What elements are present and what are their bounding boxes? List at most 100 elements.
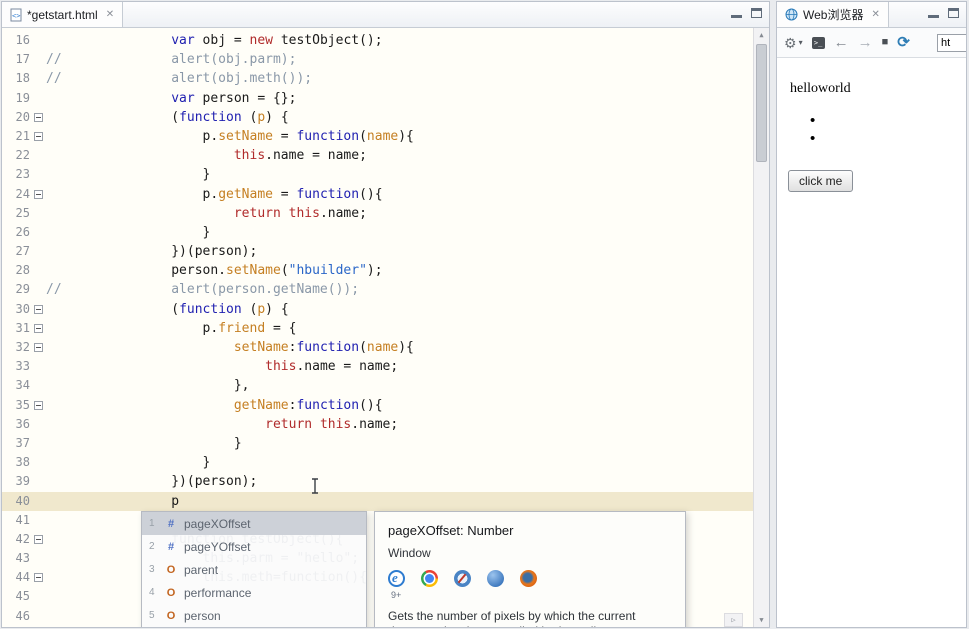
close-icon[interactable]: ✕ xyxy=(871,9,879,20)
code-line-36[interactable]: 36 return this.name; xyxy=(2,415,753,434)
completion-item-person[interactable]: 5 Operson xyxy=(142,604,366,627)
code-line-18[interactable]: 18 // alert(obj.meth()); xyxy=(2,69,753,88)
minimize-icon[interactable] xyxy=(731,8,742,18)
line-number: 21 xyxy=(15,128,30,143)
collapse-icon[interactable] xyxy=(34,400,43,410)
web-browser-panel: Web浏览器 ✕ ⚙ ▾ >_ ← → ■ ⟳ helloworld •• cl… xyxy=(776,1,967,628)
collapse-icon[interactable] xyxy=(34,573,43,583)
code-line-40[interactable]: 40 p xyxy=(2,491,753,511)
fold-column xyxy=(30,568,46,587)
line-number: 26 xyxy=(15,224,30,239)
code-line-22[interactable]: 22 this.name = name; xyxy=(2,146,753,165)
fold-column xyxy=(30,69,46,88)
fold-column xyxy=(30,185,46,204)
shortcut-number: 5 xyxy=(149,610,155,621)
code-line-35[interactable]: 35 getName:function(){ xyxy=(2,396,753,415)
completion-item-pageYOffset[interactable]: 2 # pageYOffset xyxy=(142,535,366,558)
completion-item-parent[interactable]: 3 Oparent xyxy=(142,558,366,581)
fold-column xyxy=(30,89,46,108)
code-text: getName:function(){ xyxy=(233,397,383,413)
scrollbar-thumb[interactable] xyxy=(756,44,767,162)
completion-item-performance[interactable]: 4 Operformance xyxy=(142,581,366,604)
console-icon[interactable]: >_ xyxy=(811,36,825,49)
line-number: 35 xyxy=(15,397,30,412)
scroll-down-icon[interactable]: ▼ xyxy=(754,613,769,627)
line-number: 31 xyxy=(15,320,30,335)
completion-label: pageYOffset xyxy=(184,539,251,554)
code-line-16[interactable]: 16 var obj = new testObject(); xyxy=(2,31,753,50)
vertical-scrollbar[interactable]: ▲ ▼ xyxy=(753,28,769,627)
line-number: 24 xyxy=(15,186,30,201)
line-number: 28 xyxy=(15,263,30,278)
forward-icon[interactable]: → xyxy=(858,35,873,50)
list-bullet-icon: • xyxy=(810,130,816,147)
code-line-37[interactable]: 37 } xyxy=(2,434,753,453)
tab-getstart-html[interactable]: <> *getstart.html ✕ xyxy=(2,2,124,27)
collapse-icon[interactable] xyxy=(34,131,43,141)
url-input[interactable] xyxy=(937,33,966,52)
code-line-25[interactable]: 25 return this.name; xyxy=(2,204,753,223)
collapse-icon[interactable] xyxy=(34,343,43,352)
code-line-20[interactable]: 20 (function (p) { xyxy=(2,108,753,127)
collapse-icon[interactable] xyxy=(34,304,43,314)
code-line-34[interactable]: 34 }, xyxy=(2,376,753,395)
code-line-19[interactable]: 19 var person = {}; xyxy=(2,89,753,108)
scroll-up-icon[interactable]: ▲ xyxy=(754,28,769,42)
safari-icon xyxy=(454,570,471,587)
code-line-23[interactable]: 23 } xyxy=(2,165,753,184)
code-line-29[interactable]: 29 // alert(person.getName()); xyxy=(2,280,753,299)
fold-column xyxy=(30,319,46,338)
code-line-21[interactable]: 21 p.setName = function(name){ xyxy=(2,127,753,146)
code-text: // alert(person.getName()); xyxy=(46,282,360,298)
code-line-38[interactable]: 38 } xyxy=(2,453,753,472)
collapse-icon[interactable] xyxy=(34,112,43,122)
text-cursor-icon xyxy=(310,478,320,494)
minimize-icon[interactable] xyxy=(928,8,939,18)
collapse-icon[interactable] xyxy=(34,323,43,333)
refresh-icon[interactable]: ⟳ xyxy=(897,35,910,50)
collapse-icon[interactable] xyxy=(34,534,43,544)
code-text: return this.name; xyxy=(233,205,367,221)
code-line-17[interactable]: 17 // alert(obj.parm); xyxy=(2,50,753,69)
code-line-27[interactable]: 27 })(person); xyxy=(2,242,753,261)
fold-column xyxy=(30,396,46,415)
line-number: 45 xyxy=(15,589,30,604)
code-text: var obj = new testObject(); xyxy=(171,33,383,48)
code-text: person.setName("hbuilder"); xyxy=(46,263,383,279)
code-line-28[interactable]: 28 person.setName("hbuilder"); xyxy=(2,261,753,280)
browser-tabbar: Web浏览器 ✕ xyxy=(777,2,966,28)
browser-toolbar: ⚙ ▾ >_ ← → ■ ⟳ xyxy=(777,28,966,58)
close-icon[interactable]: ✕ xyxy=(106,9,114,20)
completion-label: pageXOffset xyxy=(184,516,251,531)
line-number: 27 xyxy=(15,244,30,259)
code-editor[interactable]: 16 var obj = new testObject(); 17 // alert… xyxy=(2,28,769,627)
stop-icon[interactable]: ■ xyxy=(882,37,889,48)
code-line-30[interactable]: 30 (function (p) { xyxy=(2,300,753,319)
completion-popup: 1 # pageXOffset 2 # pageYOffset 3 Oparent 4 Operf… xyxy=(141,511,367,627)
maximize-icon[interactable] xyxy=(948,8,959,18)
line-number: 29 xyxy=(15,282,30,297)
maximize-icon[interactable] xyxy=(751,8,762,18)
property-icon: # xyxy=(167,517,175,530)
fold-column xyxy=(30,108,46,127)
completion-item-pageXOffset[interactable]: 1 # pageXOffset xyxy=(142,512,366,535)
scroll-right-icon[interactable]: ▷ xyxy=(724,613,743,627)
editor-panel: <> *getstart.html ✕ 16 var obj = new tes… xyxy=(1,1,770,628)
code-line-31[interactable]: 31 p.friend = { xyxy=(2,319,753,338)
globe-icon xyxy=(785,8,798,21)
code-line-32[interactable]: 32 setName:function(name){ xyxy=(2,338,753,357)
code-line-26[interactable]: 26 } xyxy=(2,223,753,242)
settings-menu-button[interactable]: ⚙ ▾ xyxy=(784,36,803,50)
code-text: })(person); xyxy=(46,244,258,260)
line-number: 18 xyxy=(15,71,30,86)
code-line-33[interactable]: 33 this.name = name; xyxy=(2,357,753,376)
collapse-icon[interactable] xyxy=(34,189,43,199)
code-text: var person = {}; xyxy=(171,90,297,106)
line-number: 19 xyxy=(15,90,30,105)
back-icon[interactable]: ← xyxy=(834,35,849,50)
code-text: } xyxy=(46,224,211,240)
click-me-button[interactable]: click me xyxy=(788,170,854,192)
code-line-39[interactable]: 39 })(person); xyxy=(2,472,753,491)
code-line-24[interactable]: 24 p.getName = function(){ xyxy=(2,185,753,204)
tab-web-browser[interactable]: Web浏览器 ✕ xyxy=(777,2,889,27)
